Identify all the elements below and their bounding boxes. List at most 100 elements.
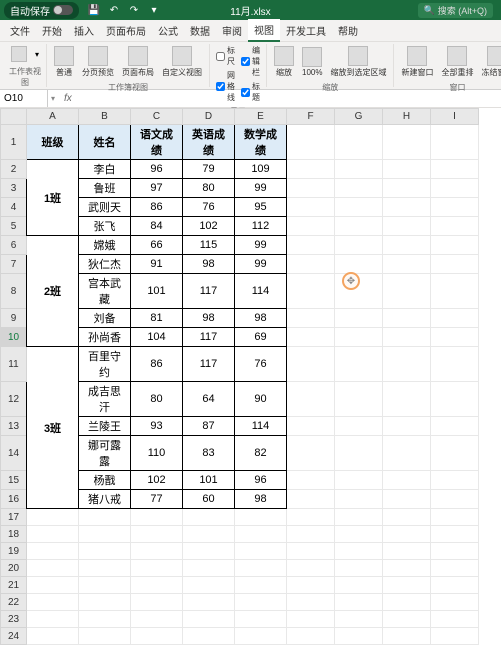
spreadsheet-grid[interactable]: ABCDEFGHI1班级姓名语文成绩英语成绩数学成绩21班李白96791093鲁… [0, 108, 501, 645]
row-header-16[interactable]: 16 [1, 490, 27, 509]
select-all-corner[interactable] [1, 109, 27, 125]
new-window-button[interactable]: 新建窗口 [398, 44, 436, 80]
col-header-A[interactable]: A [27, 109, 79, 125]
name-cell[interactable]: 娜可露露 [79, 436, 131, 471]
score-cell[interactable]: 81 [131, 309, 183, 328]
score-cell[interactable]: 76 [183, 198, 235, 217]
cell[interactable] [335, 347, 383, 382]
score-cell[interactable]: 66 [131, 236, 183, 255]
search-box[interactable]: 🔍 搜索 (Alt+Q) [418, 3, 493, 18]
cell[interactable] [383, 471, 431, 490]
score-cell[interactable]: 64 [183, 382, 235, 417]
cell[interactable] [431, 543, 479, 560]
menu-page-layout[interactable]: 页面布局 [100, 20, 152, 41]
menu-formulas[interactable]: 公式 [152, 20, 184, 41]
score-cell[interactable]: 60 [183, 490, 235, 509]
cell[interactable] [287, 328, 335, 347]
cell[interactable] [131, 526, 183, 543]
row-header-12[interactable]: 12 [1, 382, 27, 417]
col-header-B[interactable]: B [79, 109, 131, 125]
score-cell[interactable]: 80 [131, 382, 183, 417]
row-header-14[interactable]: 14 [1, 436, 27, 471]
cell[interactable] [383, 255, 431, 274]
row-header-23[interactable]: 23 [1, 611, 27, 628]
name-cell[interactable]: 猪八戒 [79, 490, 131, 509]
score-cell[interactable]: 97 [131, 179, 183, 198]
cell[interactable] [79, 628, 131, 645]
cell[interactable] [335, 611, 383, 628]
cell[interactable] [287, 436, 335, 471]
score-cell[interactable]: 98 [183, 309, 235, 328]
cell[interactable] [431, 274, 479, 309]
cell[interactable] [287, 236, 335, 255]
cell[interactable] [383, 236, 431, 255]
cell[interactable] [431, 611, 479, 628]
cell[interactable] [431, 328, 479, 347]
cell[interactable] [235, 543, 287, 560]
score-cell[interactable]: 90 [235, 382, 287, 417]
name-cell[interactable]: 张飞 [79, 217, 131, 236]
cell[interactable] [131, 509, 183, 526]
cell[interactable] [383, 560, 431, 577]
cell[interactable] [287, 628, 335, 645]
cell[interactable] [383, 628, 431, 645]
cell[interactable] [431, 560, 479, 577]
cell[interactable] [235, 611, 287, 628]
cell[interactable] [183, 594, 235, 611]
score-cell[interactable]: 101 [131, 274, 183, 309]
cell[interactable] [431, 628, 479, 645]
cell[interactable] [383, 509, 431, 526]
score-cell[interactable]: 69 [235, 328, 287, 347]
cell[interactable] [287, 347, 335, 382]
cell[interactable] [383, 309, 431, 328]
gridlines-checkbox[interactable]: 网格线 [214, 69, 237, 104]
score-cell[interactable]: 115 [183, 236, 235, 255]
cell[interactable] [287, 526, 335, 543]
score-cell[interactable]: 83 [183, 436, 235, 471]
cell[interactable] [383, 179, 431, 198]
cell[interactable] [431, 255, 479, 274]
cell[interactable] [383, 274, 431, 309]
score-cell[interactable]: 101 [183, 471, 235, 490]
row-header-17[interactable]: 17 [1, 509, 27, 526]
cell[interactable] [431, 417, 479, 436]
score-cell[interactable]: 84 [131, 217, 183, 236]
col-header-H[interactable]: H [383, 109, 431, 125]
cell[interactable] [27, 628, 79, 645]
cell[interactable] [335, 471, 383, 490]
cell[interactable] [183, 611, 235, 628]
cell[interactable] [287, 577, 335, 594]
cell[interactable] [235, 560, 287, 577]
row-header-2[interactable]: 2 [1, 160, 27, 179]
cell[interactable] [431, 217, 479, 236]
score-cell[interactable]: 77 [131, 490, 183, 509]
cell[interactable] [335, 217, 383, 236]
cell[interactable] [287, 160, 335, 179]
name-cell[interactable]: 嫦娥 [79, 236, 131, 255]
score-cell[interactable]: 96 [131, 160, 183, 179]
row-header-15[interactable]: 15 [1, 471, 27, 490]
cell[interactable] [431, 347, 479, 382]
cell[interactable] [431, 509, 479, 526]
cell[interactable] [335, 543, 383, 560]
score-cell[interactable]: 95 [235, 198, 287, 217]
score-cell[interactable]: 96 [235, 471, 287, 490]
score-cell[interactable]: 91 [131, 255, 183, 274]
cell[interactable] [287, 471, 335, 490]
cell[interactable] [131, 611, 183, 628]
cell[interactable] [287, 382, 335, 417]
cell[interactable] [287, 198, 335, 217]
cell[interactable] [183, 560, 235, 577]
cell[interactable] [383, 490, 431, 509]
cell[interactable] [27, 509, 79, 526]
cell[interactable] [335, 526, 383, 543]
cell[interactable] [335, 490, 383, 509]
cell[interactable] [431, 594, 479, 611]
cell[interactable] [287, 543, 335, 560]
score-cell[interactable]: 117 [183, 347, 235, 382]
class-cell[interactable]: 1班 [27, 160, 79, 236]
cell[interactable] [183, 543, 235, 560]
score-cell[interactable]: 110 [131, 436, 183, 471]
cell[interactable] [431, 471, 479, 490]
row-header-1[interactable]: 1 [1, 125, 27, 160]
